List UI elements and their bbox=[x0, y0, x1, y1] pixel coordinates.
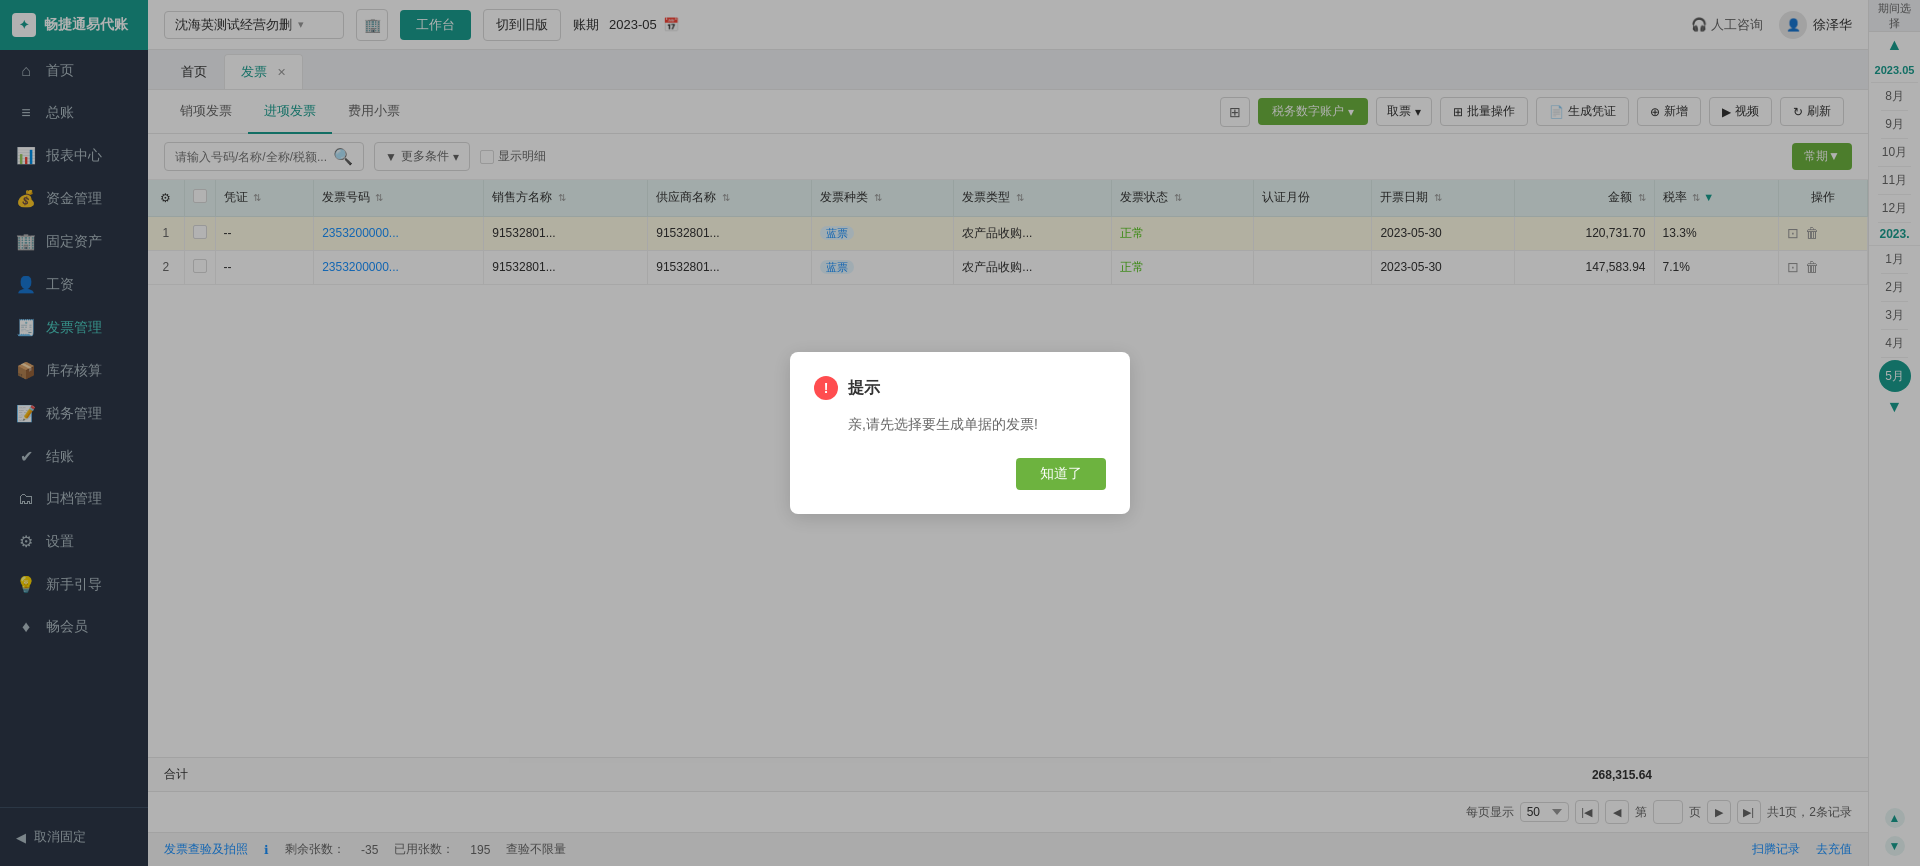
alert-modal: ! 提示 亲,请先选择要生成单据的发票! 知道了 bbox=[790, 352, 1130, 514]
modal-body: 亲,请先选择要生成单据的发票! bbox=[814, 416, 1106, 434]
modal-header: ! 提示 bbox=[814, 376, 1106, 400]
modal-title: 提示 bbox=[848, 378, 880, 399]
warning-icon: ! bbox=[814, 376, 838, 400]
modal-overlay: ! 提示 亲,请先选择要生成单据的发票! 知道了 bbox=[0, 0, 1920, 866]
confirm-button[interactable]: 知道了 bbox=[1016, 458, 1106, 490]
modal-footer: 知道了 bbox=[814, 458, 1106, 490]
